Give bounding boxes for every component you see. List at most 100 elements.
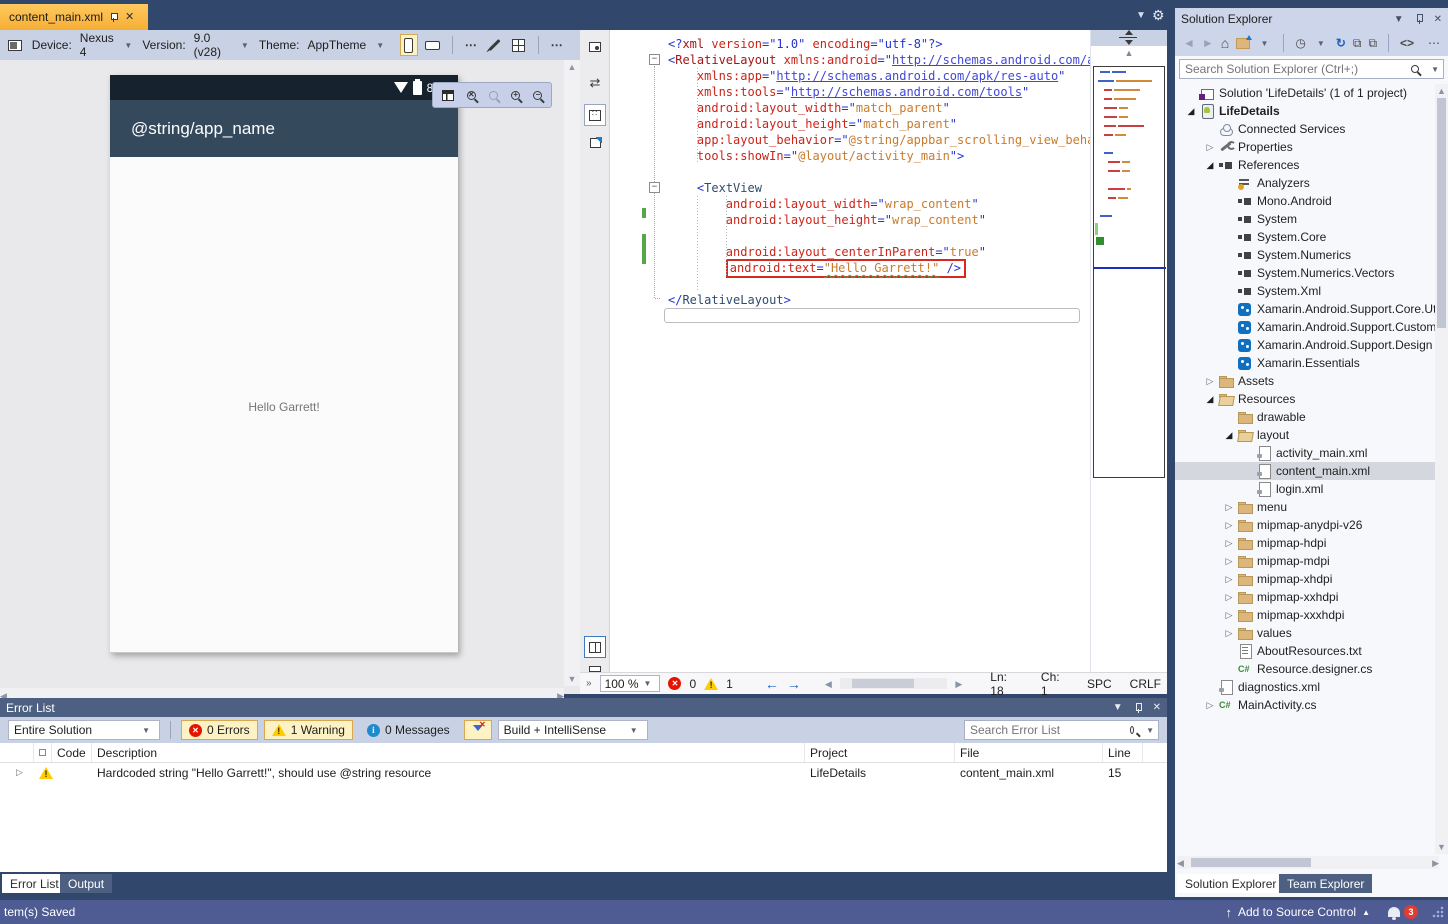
forward-icon[interactable]: ► [1202,36,1214,50]
properties-pages-icon[interactable]: ⧉ [1368,36,1377,51]
tab-team-explorer[interactable]: Team Explorer [1279,874,1372,893]
code-line[interactable]: xmlns:tools="http://schemas.android.com/… [610,84,1090,100]
error-list-search-input[interactable] [965,723,1130,737]
error-list-row[interactable]: ▷Hardcoded string "Hello Garrett!", shou… [0,763,1167,782]
project-cell[interactable]: LifeDetails [805,763,955,782]
expander-expanded-icon[interactable]: ◢ [1202,394,1218,405]
portrait-orientation-button[interactable] [400,34,418,56]
vertical-split-button[interactable] [584,636,606,658]
tree-item-mipmap-mdpi[interactable]: ▷mipmap-mdpi [1175,552,1440,570]
scrollbar-thumb[interactable] [1191,858,1311,867]
tree-item-xamarin-android-support-core-ut[interactable]: Xamarin.Android.Support.Core.Ut [1175,300,1440,318]
code-line[interactable]: tools:showIn="@layout/activity_main"> [610,148,1090,164]
document-tab-content-main[interactable]: content_main.xml ✕ [0,4,148,30]
code-line[interactable]: <RelativeLayout xmlns:android="http://sc… [610,52,1090,68]
tree-item-menu[interactable]: ▷menu [1175,498,1440,516]
expander-collapsed-icon[interactable]: ▷ [1202,376,1218,387]
expander-collapsed-icon[interactable]: ▷ [1202,142,1218,153]
close-icon[interactable]: ✕ [1434,14,1442,25]
expander-collapsed-icon[interactable]: ▷ [1221,610,1237,621]
search-dropdown-icon[interactable]: ▼ [1431,65,1439,74]
code-line[interactable]: app:layout_behavior="@string/appbar_scro… [610,132,1090,148]
source-control-caret-icon[interactable]: ▲ [1362,908,1370,917]
expander-collapsed-icon[interactable]: ▷ [1221,592,1237,603]
pin-icon[interactable] [1133,703,1143,713]
navigate-back-icon[interactable]: ← [765,676,779,692]
fold-collapse-icon[interactable]: − [649,182,660,193]
clear-filters-button[interactable] [464,720,492,740]
tree-item-system-numerics-vectors[interactable]: System.Numerics.Vectors [1175,264,1440,282]
expand-icon[interactable]: » [586,678,592,689]
header-description[interactable]: Description [92,743,805,762]
tree-item-content-main-xml[interactable]: content_main.xml [1175,462,1440,480]
xml-code-editor[interactable]: <?xml version="1.0" encoding="utf-8"?><R… [610,30,1090,672]
header-file[interactable]: File [955,743,1103,762]
code-line[interactable] [610,276,1090,292]
swap-panes-button[interactable]: ⇄ [584,72,606,94]
tree-item-analyzers[interactable]: Analyzers [1175,174,1440,192]
tree-item-login-xml[interactable]: login.xml [1175,480,1440,498]
expander-expanded-icon[interactable]: ◢ [1183,106,1199,117]
code-line[interactable]: <?xml version="1.0" encoding="utf-8"?> [610,36,1090,52]
header-line[interactable]: Line [1103,743,1143,762]
open-in-new-window-button[interactable] [584,132,606,154]
file-cell[interactable]: content_main.xml [955,763,1103,782]
document-group-dropdown-icon[interactable]: ▼ [1136,10,1146,21]
version-dropdown-icon[interactable]: ▼ [241,41,249,50]
collapse-all-icon[interactable]: ⧉ [1353,36,1362,51]
expander-collapsed-icon[interactable]: ▷ [1221,628,1237,639]
tree-item-mipmap-xxxhdpi[interactable]: ▷mipmap-xxxhdpi [1175,606,1440,624]
edit-theme-button[interactable] [486,34,504,56]
designer-view-button[interactable] [584,36,606,58]
tree-item-activity-main-xml[interactable]: activity_main.xml [1175,444,1440,462]
error-list-search[interactable]: ▼ [964,720,1159,740]
expander-collapsed-icon[interactable]: ▷ [1202,700,1218,711]
editor-horizontal-scrollbar[interactable] [840,678,948,689]
device-dropdown-icon[interactable]: ▼ [124,41,132,50]
tree-item-lifedetails[interactable]: ◢LifeDetails [1175,102,1440,120]
tree-item-connected-services[interactable]: Connected Services [1175,120,1440,138]
landscape-orientation-button[interactable] [424,34,442,56]
notifications-badge[interactable]: 3 [1404,905,1418,919]
tab-solution-explorer[interactable]: Solution Explorer [1177,874,1284,893]
grid-toggle-button[interactable] [510,34,528,56]
tree-item-xamarin-essentials[interactable]: Xamarin.Essentials [1175,354,1440,372]
tree-item-system-xml[interactable]: System.Xml [1175,282,1440,300]
search-icon[interactable] [1411,65,1419,73]
tab-close-icon[interactable]: ✕ [125,12,134,22]
tree-item-mipmap-xxhdpi[interactable]: ▷mipmap-xxhdpi [1175,588,1440,606]
search-dropdown-icon[interactable]: ▼ [1146,726,1154,735]
expander-collapsed-icon[interactable]: ▷ [1221,574,1237,585]
scroll-up-icon[interactable]: ▲ [1437,84,1446,98]
hscroll-right-icon[interactable]: ▶ [955,677,962,691]
notifications-bell-icon[interactable] [1388,907,1400,917]
code-line[interactable]: android:text="Hello Garrett!" /> [610,260,1090,276]
code-line[interactable] [610,308,1090,324]
zoom-to-fit-icon[interactable]: ✕ [467,91,476,100]
pending-changes-filter-icon[interactable]: ◷ [1295,36,1305,50]
tree-item-mono-android[interactable]: Mono.Android [1175,192,1440,210]
splitter-handle-icon[interactable] [1119,31,1137,44]
more-options-button[interactable]: ⋯ [462,34,480,56]
expander-collapsed-icon[interactable]: ▷ [1221,520,1237,531]
scroll-up-icon[interactable]: ▲ [564,60,580,74]
tree-item-xamarin-android-support-custom[interactable]: Xamarin.Android.Support.Custom [1175,318,1440,336]
line-cell[interactable]: 15 [1103,763,1143,782]
header-project[interactable]: Project [805,743,955,762]
filter-dropdown-icon[interactable]: ▼ [1317,39,1325,48]
home-icon[interactable]: ⌂ [1221,35,1229,51]
tree-item-values[interactable]: ▷values [1175,624,1440,642]
tree-item-xamarin-android-support-design[interactable]: Xamarin.Android.Support.Design [1175,336,1440,354]
tab-error-list[interactable]: Error List [2,874,67,893]
source-select[interactable]: Build + IntelliSense ▼ [498,720,648,740]
tab-pin-icon[interactable] [109,12,119,22]
add-to-source-control-button[interactable]: Add to Source Control [1238,905,1356,919]
scrollbar-thumb[interactable] [852,679,914,688]
code-line[interactable]: <TextView [610,180,1090,196]
window-menu-icon[interactable]: ▼ [1113,702,1123,713]
container-bounds-icon[interactable] [442,90,454,101]
solution-explorer-search[interactable]: ▼ [1179,59,1444,79]
description-cell[interactable]: Hardcoded string "Hello Garrett!", shoul… [92,763,805,782]
tree-item-system[interactable]: System [1175,210,1440,228]
navigate-forward-icon[interactable]: → [787,676,801,692]
